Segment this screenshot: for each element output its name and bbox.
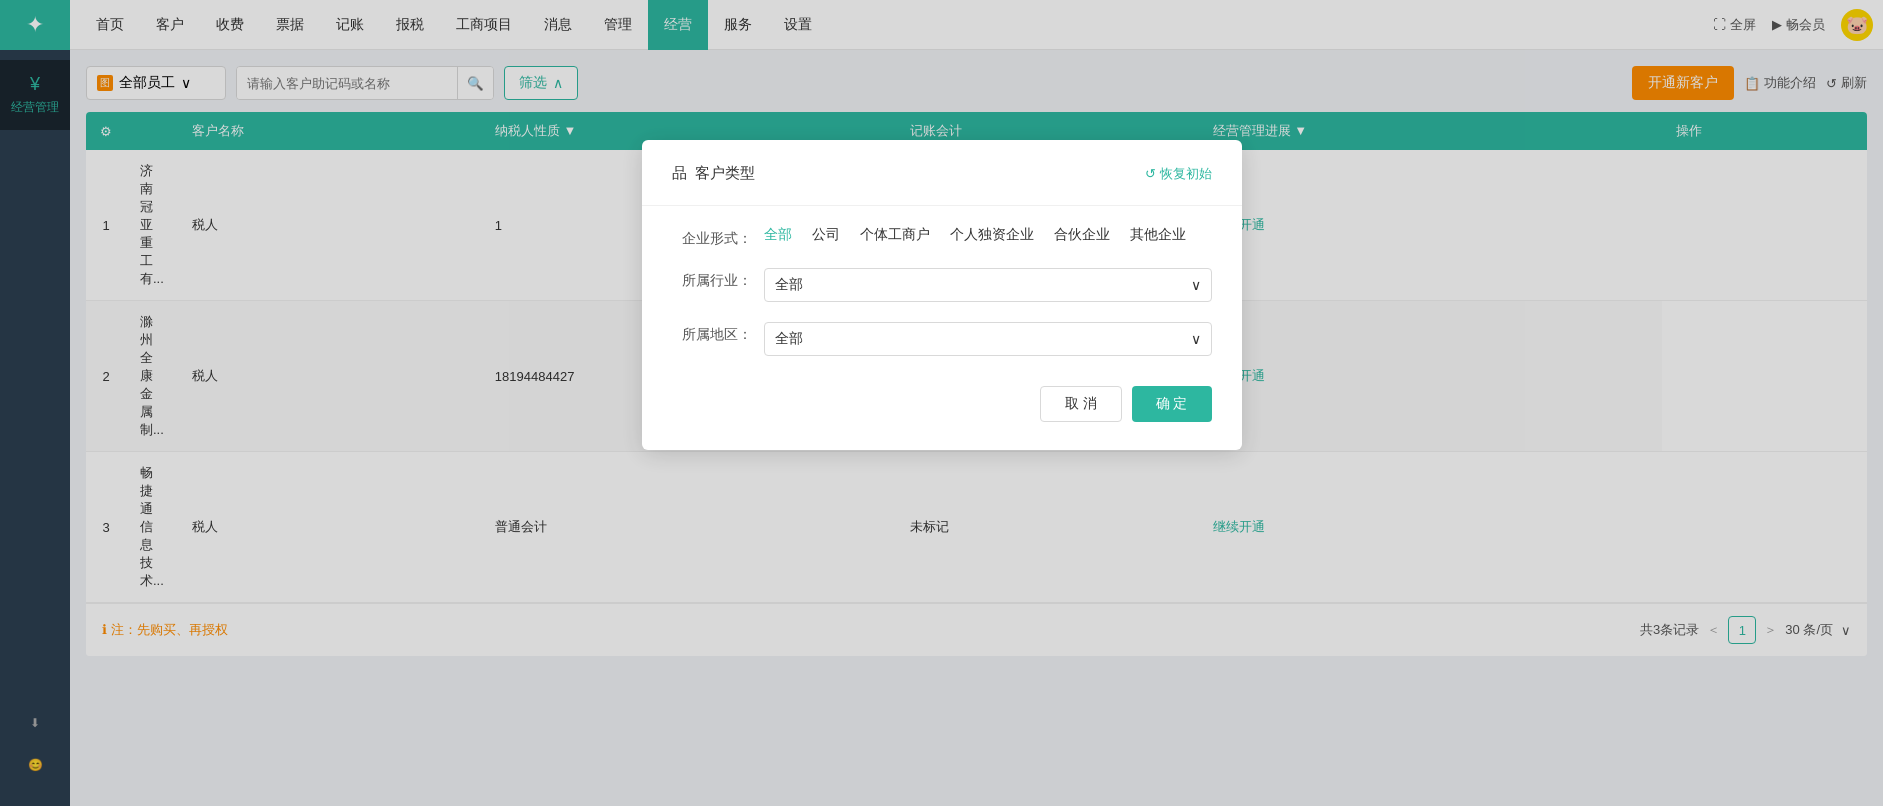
etype-company[interactable]: 公司 (812, 226, 840, 244)
modal-title: 品 客户类型 (672, 164, 755, 183)
modal-overlay: 品 客户类型 ↺ 恢复初始 企业形式： 全部 公司 个体工商户 个人独资企业 合… (0, 0, 1883, 806)
industry-select-container: 全部 ∨ (764, 268, 1212, 302)
modal-footer: 取 消 确 定 (672, 386, 1212, 422)
enterprise-form-row: 企业形式： 全部 公司 个体工商户 个人独资企业 合伙企业 其他企业 (672, 226, 1212, 248)
reset-label: 恢复初始 (1160, 165, 1212, 183)
region-select-container: 全部 ∨ (764, 322, 1212, 356)
modal-title-text: 客户类型 (695, 164, 755, 183)
region-row: 所属地区： 全部 ∨ (672, 322, 1212, 356)
modal-divider (642, 205, 1242, 206)
region-select[interactable]: 全部 ∨ (764, 322, 1212, 356)
industry-value: 全部 (775, 276, 803, 294)
industry-row: 所属行业： 全部 ∨ (672, 268, 1212, 302)
filter-modal: 品 客户类型 ↺ 恢复初始 企业形式： 全部 公司 个体工商户 个人独资企业 合… (642, 140, 1242, 450)
etype-partnership[interactable]: 合伙企业 (1054, 226, 1110, 244)
industry-select[interactable]: 全部 ∨ (764, 268, 1212, 302)
confirm-button[interactable]: 确 定 (1132, 386, 1212, 422)
etype-individual[interactable]: 个体工商户 (860, 226, 930, 244)
reset-icon: ↺ (1145, 166, 1156, 181)
enterprise-form-label: 企业形式： (672, 226, 752, 248)
reset-button[interactable]: ↺ 恢复初始 (1145, 165, 1212, 183)
industry-label: 所属行业： (672, 268, 752, 290)
region-chevron-icon: ∨ (1191, 331, 1201, 347)
region-value: 全部 (775, 330, 803, 348)
modal-title-icon: 品 (672, 164, 687, 183)
enterprise-types: 全部 公司 个体工商户 个人独资企业 合伙企业 其他企业 (764, 226, 1212, 244)
etype-all[interactable]: 全部 (764, 226, 792, 244)
modal-header: 品 客户类型 ↺ 恢复初始 (672, 164, 1212, 183)
industry-chevron-icon: ∨ (1191, 277, 1201, 293)
etype-other[interactable]: 其他企业 (1130, 226, 1186, 244)
cancel-button[interactable]: 取 消 (1040, 386, 1122, 422)
enterprise-types-container: 全部 公司 个体工商户 个人独资企业 合伙企业 其他企业 (764, 226, 1212, 244)
etype-sole[interactable]: 个人独资企业 (950, 226, 1034, 244)
region-label: 所属地区： (672, 322, 752, 344)
